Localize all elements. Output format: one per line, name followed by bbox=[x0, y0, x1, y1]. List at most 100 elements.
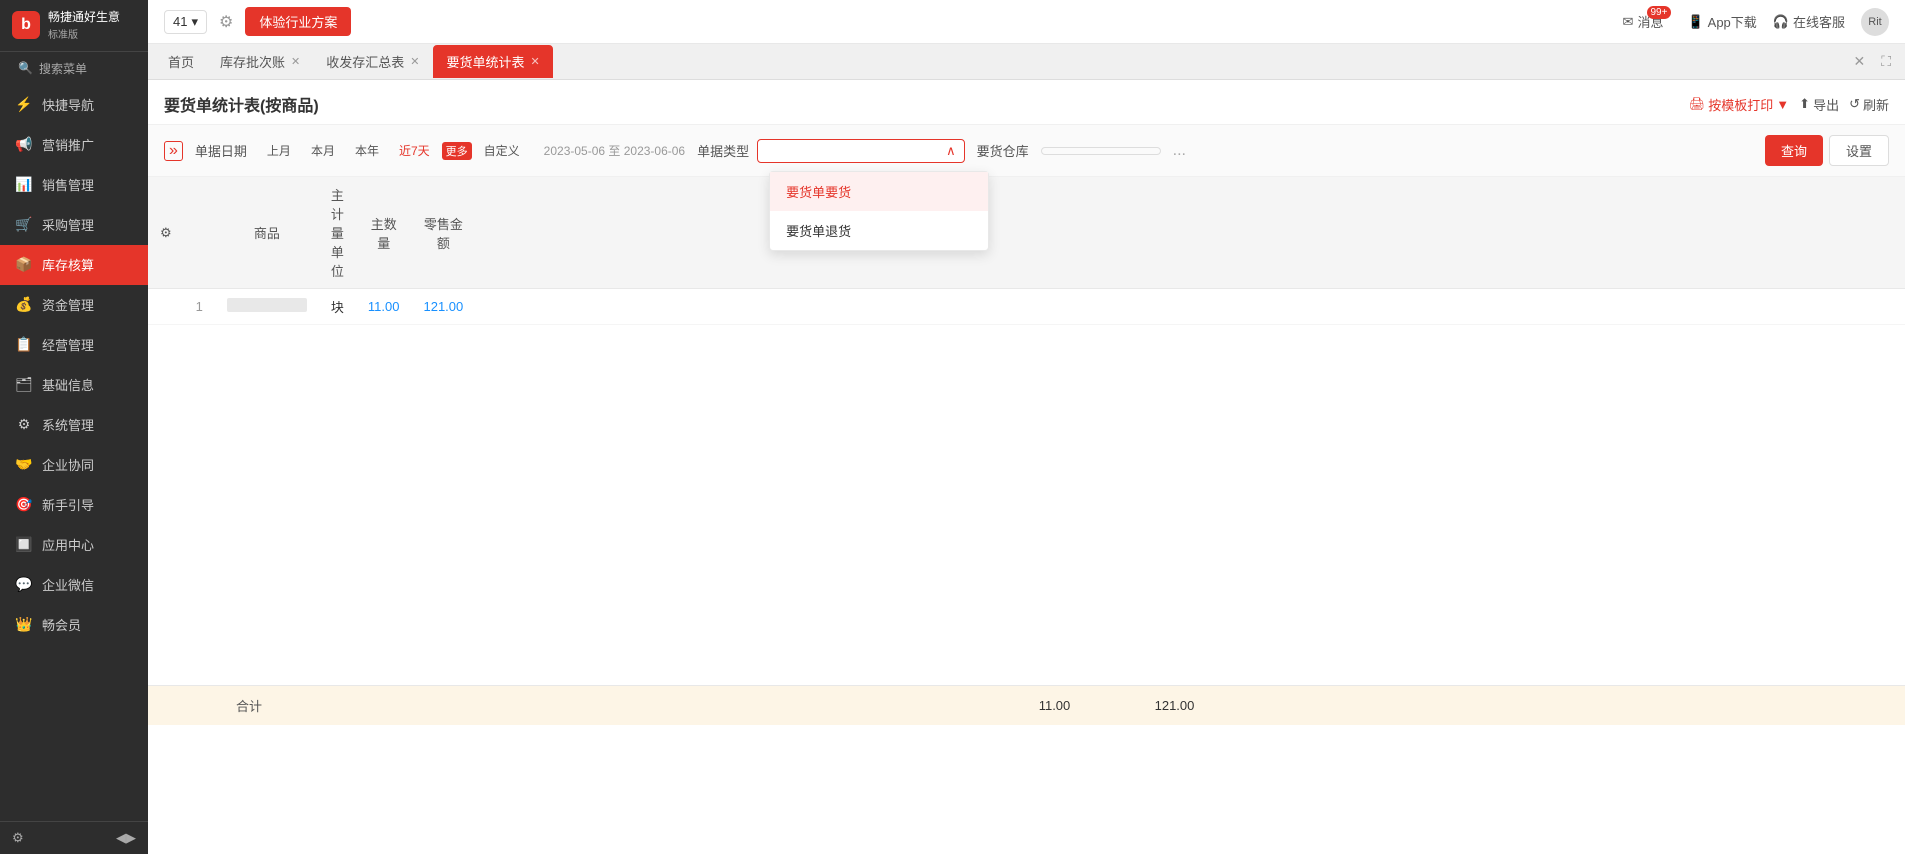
refresh-btn[interactable]: ↺ 刷新 bbox=[1849, 95, 1889, 114]
tab-receive-summary[interactable]: 收发存汇总表 ✕ bbox=[314, 46, 431, 77]
settings-gear-icon[interactable]: ⚙ bbox=[219, 12, 233, 32]
col-settings[interactable]: ⚙ bbox=[148, 177, 184, 289]
date-btn-7days[interactable]: 近7天 bbox=[391, 140, 438, 161]
filter-bar: » 单据日期 上月 本月 本年 近7天 更多 自定义 2023-05-06 至 … bbox=[148, 125, 1905, 177]
printer-icon: 🖨 bbox=[1689, 96, 1706, 112]
row-extra bbox=[475, 289, 1905, 325]
col-product: 商品 bbox=[215, 177, 319, 289]
more-filters-btn[interactable]: ... bbox=[1173, 142, 1186, 160]
table-spacer bbox=[148, 325, 1905, 685]
messages-badge: 99+ bbox=[1647, 6, 1672, 19]
dropdown-item-req[interactable]: 要货单要货 bbox=[770, 172, 988, 211]
tab-order-summary[interactable]: 要货单统计表 ✕ bbox=[433, 45, 552, 78]
sidebar-item-enterprise[interactable]: 🤝 企业协同 bbox=[0, 445, 148, 485]
filter-toggle-btn[interactable]: » bbox=[164, 141, 183, 161]
filter-actions: 查询 设置 bbox=[1765, 135, 1889, 166]
sidebar-settings-icon[interactable]: ⚙ bbox=[12, 830, 24, 846]
nav-label-inventory: 库存核算 bbox=[42, 255, 94, 274]
nav-label-system: 系统管理 bbox=[42, 415, 94, 434]
tab-close-all-icon[interactable]: ✕ bbox=[1847, 53, 1871, 70]
tab-receive-summary-close[interactable]: ✕ bbox=[410, 55, 419, 68]
sidebar-item-marketing[interactable]: 📢 营销推广 bbox=[0, 125, 148, 165]
date-btn-this-year[interactable]: 本年 bbox=[347, 140, 387, 161]
nav-label-finance: 资金管理 bbox=[42, 295, 94, 314]
tab-order-summary-label: 要货单统计表 bbox=[446, 52, 524, 71]
content-area: 要货单统计表(按商品) 🖨 按模板打印 ▼ ⬆ 导出 ↺ 刷新 » bbox=[148, 80, 1905, 854]
header-right: ✉ 消息 99+ 📱 App下载 🎧 在线客服 Rit bbox=[1623, 8, 1889, 36]
nav-icon-finance: 💰 bbox=[14, 295, 34, 315]
nav-label-sales: 销售管理 bbox=[42, 175, 94, 194]
sidebar: b 畅捷通好生意 标准版 🔍 搜索菜单 ⚡ 快捷导航 📢 营销推广 📊 销售管理… bbox=[0, 0, 148, 854]
nav-icon-wechat: 💬 bbox=[14, 575, 34, 595]
sidebar-item-basic-info[interactable]: 🗂 基础信息 bbox=[0, 365, 148, 405]
service-label: 在线客服 bbox=[1793, 12, 1845, 31]
print-btn[interactable]: 🖨 按模板打印 ▼ bbox=[1689, 95, 1789, 114]
nav-icon-system: ⚙ bbox=[14, 415, 34, 435]
nav-label-guide: 新手引导 bbox=[42, 495, 94, 514]
sidebar-item-purchase[interactable]: 🛒 采购管理 bbox=[0, 205, 148, 245]
tab-expand-icon[interactable]: ⛶ bbox=[1875, 53, 1897, 70]
type-select[interactable]: ∧ bbox=[757, 139, 965, 163]
sidebar-nav: ⚡ 快捷导航 📢 营销推广 📊 销售管理 🛒 采购管理 📦 库存核算 💰 资金管… bbox=[0, 85, 148, 821]
query-btn[interactable]: 查询 bbox=[1765, 135, 1823, 166]
tab-order-summary-close[interactable]: ✕ bbox=[531, 55, 540, 68]
date-custom-btn[interactable]: 自定义 bbox=[476, 140, 528, 161]
nav-icon-app: 🔲 bbox=[14, 535, 34, 555]
nav-icon-purchase: 🛒 bbox=[14, 215, 34, 235]
refresh-label: 刷新 bbox=[1863, 95, 1889, 114]
trial-btn[interactable]: 体验行业方案 bbox=[245, 7, 351, 36]
app-download-btn[interactable]: 📱 App下载 bbox=[1687, 12, 1756, 31]
nav-label-app: 应用中心 bbox=[42, 535, 94, 554]
sidebar-item-member[interactable]: 👑 畅会员 bbox=[0, 605, 148, 645]
dropdown-item-ret[interactable]: 要货单退货 bbox=[770, 211, 988, 250]
brand-name: 畅捷通好生意 bbox=[48, 10, 120, 26]
sidebar-item-guide[interactable]: 🎯 新手引导 bbox=[0, 485, 148, 525]
user-avatar[interactable]: Rit bbox=[1861, 8, 1889, 36]
messages-btn[interactable]: ✉ 消息 99+ bbox=[1623, 12, 1664, 31]
main-area: 41 ▾ ⚙ 体验行业方案 ✉ 消息 99+ 📱 App下载 🎧 在线客服 Ri… bbox=[148, 0, 1905, 854]
sidebar-item-system[interactable]: ⚙ 系统管理 bbox=[0, 405, 148, 445]
store-selector[interactable]: 41 ▾ bbox=[164, 10, 207, 34]
nav-label-operations: 经营管理 bbox=[42, 335, 94, 354]
online-service-btn[interactable]: 🎧 在线客服 bbox=[1773, 12, 1845, 31]
date-label: 单据日期 bbox=[195, 141, 247, 160]
sidebar-item-wechat[interactable]: 💬 企业微信 bbox=[0, 565, 148, 605]
row-amount[interactable]: 121.00 bbox=[411, 289, 475, 325]
data-table: ⚙ 商品 主计量单位 主数量 零售金额 1 bbox=[148, 177, 1905, 325]
nav-icon-sales: 📊 bbox=[14, 175, 34, 195]
sidebar-item-finance[interactable]: 💰 资金管理 bbox=[0, 285, 148, 325]
tab-bar: 首页 库存批次账 ✕ 收发存汇总表 ✕ 要货单统计表 ✕ ✕ ⛶ bbox=[148, 44, 1905, 80]
sidebar-item-quick-nav[interactable]: ⚡ 快捷导航 bbox=[0, 85, 148, 125]
sidebar-search[interactable]: 🔍 搜索菜单 bbox=[0, 52, 148, 85]
date-btn-last-month[interactable]: 上月 bbox=[259, 140, 299, 161]
sidebar-item-app-center[interactable]: 🔲 应用中心 bbox=[0, 525, 148, 565]
sidebar-item-inventory[interactable]: 📦 库存核算 bbox=[0, 245, 148, 285]
date-more-btn[interactable]: 更多 bbox=[442, 142, 472, 160]
tab-inventory-batch-close[interactable]: ✕ bbox=[291, 55, 300, 68]
sidebar-item-operations[interactable]: 📋 经营管理 bbox=[0, 325, 148, 365]
page-header: 要货单统计表(按商品) 🖨 按模板打印 ▼ ⬆ 导出 ↺ 刷新 bbox=[148, 80, 1905, 125]
sidebar-item-sales[interactable]: 📊 销售管理 bbox=[0, 165, 148, 205]
row-quantity[interactable]: 11.00 bbox=[356, 289, 412, 325]
nav-label-enterprise: 企业协同 bbox=[42, 455, 94, 474]
phone-icon: 📱 bbox=[1687, 14, 1703, 30]
warehouse-select[interactable] bbox=[1041, 147, 1161, 155]
date-btn-this-month[interactable]: 本月 bbox=[303, 140, 343, 161]
store-dropdown-arrow: ▾ bbox=[191, 14, 198, 30]
settings-filter-btn[interactable]: 设置 bbox=[1829, 135, 1889, 166]
sidebar-bottom: ⚙ ◀▶ bbox=[0, 821, 148, 854]
nav-label-wechat: 企业微信 bbox=[42, 575, 94, 594]
table-settings-icon[interactable]: ⚙ bbox=[160, 225, 172, 240]
nav-icon-member: 👑 bbox=[14, 615, 34, 635]
sidebar-collapse-icon[interactable]: ◀▶ bbox=[116, 830, 136, 846]
tab-inventory-batch[interactable]: 库存批次账 ✕ bbox=[208, 46, 312, 77]
nav-icon-marketing: 📢 bbox=[14, 135, 34, 155]
tab-home[interactable]: 首页 bbox=[156, 46, 206, 77]
export-btn[interactable]: ⬆ 导出 bbox=[1799, 95, 1839, 114]
col-row-num bbox=[184, 177, 215, 289]
table-header-row: ⚙ 商品 主计量单位 主数量 零售金额 bbox=[148, 177, 1905, 289]
type-input[interactable] bbox=[766, 143, 942, 158]
date-range-buttons: 上月 本月 本年 近7天 更多 自定义 bbox=[259, 140, 528, 161]
app-download-label: App下载 bbox=[1708, 12, 1757, 31]
page-title: 要货单统计表(按商品) bbox=[164, 92, 319, 116]
